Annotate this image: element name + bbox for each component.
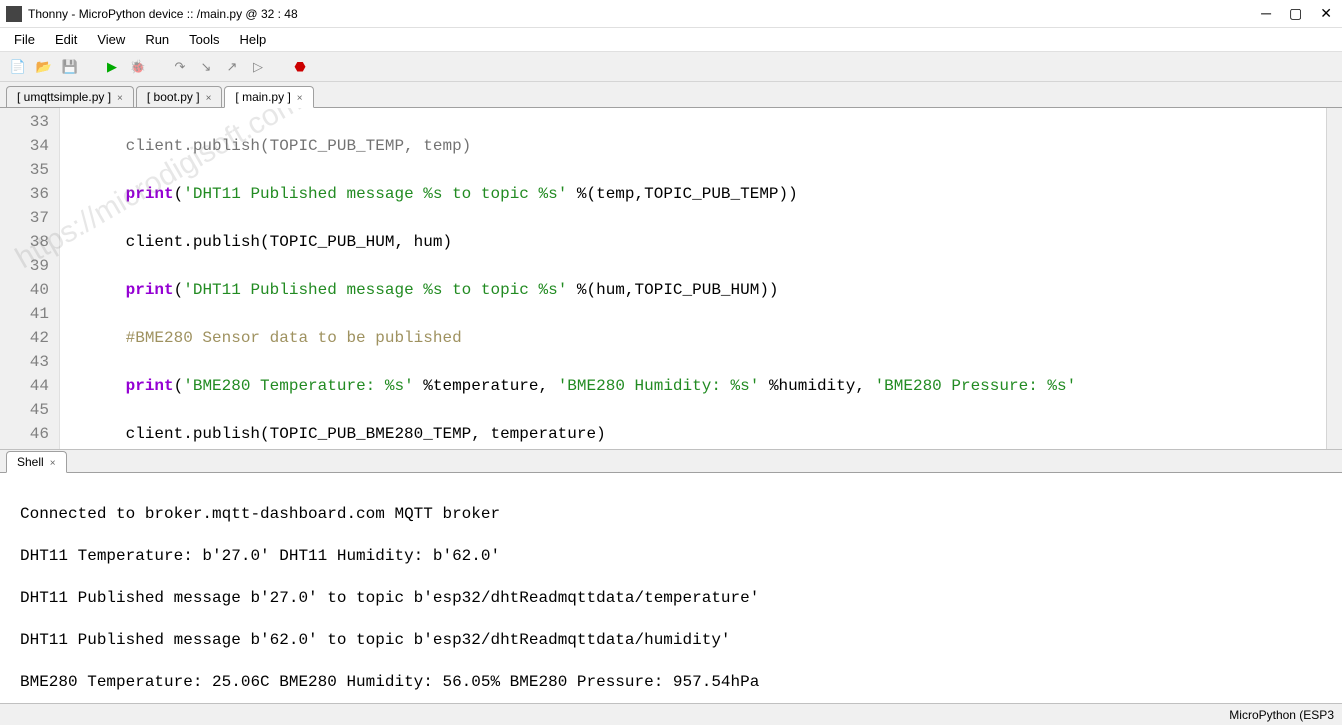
- code-line: print('DHT11 Published message %s to top…: [68, 182, 1342, 206]
- line-number: 36: [0, 182, 49, 206]
- tab-main[interactable]: [ main.py ] ×: [224, 86, 313, 108]
- shell-line: BME280 Temperature: 25.06C BME280 Humidi…: [20, 672, 1322, 693]
- code-line: client.publish(TOPIC_PUB_TEMP, temp): [68, 134, 1342, 158]
- shell-line: DHT11 Published message b'62.0' to topic…: [20, 630, 1322, 651]
- tab-umqttsimple[interactable]: [ umqttsimple.py ] ×: [6, 86, 134, 107]
- line-number: 37: [0, 206, 49, 230]
- stop-icon[interactable]: ⬣: [290, 57, 310, 77]
- line-number: 46: [0, 422, 49, 446]
- line-number: 40: [0, 278, 49, 302]
- tab-label: [ boot.py ]: [147, 90, 200, 104]
- window-controls: ─ ▢ ✕: [1261, 5, 1336, 22]
- close-icon[interactable]: ×: [50, 458, 56, 469]
- line-number: 42: [0, 326, 49, 350]
- shell-tabbar: Shell ×: [0, 449, 1342, 473]
- shell-line: DHT11 Temperature: b'27.0' DHT11 Humidit…: [20, 546, 1322, 567]
- code-editor[interactable]: https://microdigisoft.com - 18:10 33 34 …: [0, 108, 1342, 449]
- code-line: #BME280 Sensor data to be published: [68, 326, 1342, 350]
- window-title: Thonny - MicroPython device :: /main.py …: [28, 7, 1261, 21]
- app-icon: [6, 6, 22, 22]
- step-out-icon[interactable]: ↗: [222, 57, 242, 77]
- code-line: print('DHT11 Published message %s to top…: [68, 278, 1342, 302]
- tab-boot[interactable]: [ boot.py ] ×: [136, 86, 223, 107]
- step-over-icon[interactable]: ↷: [170, 57, 190, 77]
- resume-icon[interactable]: ▷: [248, 57, 268, 77]
- title-bar: Thonny - MicroPython device :: /main.py …: [0, 0, 1342, 28]
- status-bar: MicroPython (ESP3: [0, 703, 1342, 725]
- shell-line: DHT11 Published message b'27.0' to topic…: [20, 588, 1322, 609]
- shell-panel[interactable]: Connected to broker.mqtt-dashboard.com M…: [0, 473, 1342, 703]
- tab-label: Shell: [17, 455, 44, 469]
- code-line: client.publish(TOPIC_PUB_HUM, hum): [68, 230, 1342, 254]
- menu-view[interactable]: View: [89, 30, 133, 49]
- code-line: client.publish(TOPIC_PUB_BME280_TEMP, te…: [68, 422, 1342, 446]
- tab-shell[interactable]: Shell ×: [6, 451, 67, 473]
- menu-file[interactable]: File: [6, 30, 43, 49]
- save-file-icon[interactable]: 💾: [60, 57, 80, 77]
- open-file-icon[interactable]: 📂: [34, 57, 54, 77]
- editor-scrollbar[interactable]: [1326, 108, 1342, 449]
- line-number: 43: [0, 350, 49, 374]
- menu-bar: File Edit View Run Tools Help: [0, 28, 1342, 52]
- shell-line: Connected to broker.mqtt-dashboard.com M…: [20, 504, 1322, 525]
- close-button[interactable]: ✕: [1320, 5, 1332, 22]
- maximize-button[interactable]: ▢: [1289, 5, 1302, 22]
- line-number: 39: [0, 254, 49, 278]
- menu-edit[interactable]: Edit: [47, 30, 85, 49]
- line-number: 45: [0, 398, 49, 422]
- backend-indicator[interactable]: MicroPython (ESP3: [1229, 708, 1334, 722]
- close-icon[interactable]: ×: [117, 93, 123, 104]
- run-icon[interactable]: ▶: [102, 57, 122, 77]
- menu-run[interactable]: Run: [137, 30, 177, 49]
- menu-tools[interactable]: Tools: [181, 30, 227, 49]
- tab-label: [ umqttsimple.py ]: [17, 90, 111, 104]
- close-icon[interactable]: ×: [206, 93, 212, 104]
- debug-icon[interactable]: 🐞: [128, 57, 148, 77]
- minimize-button[interactable]: ─: [1261, 5, 1271, 22]
- tab-label: [ main.py ]: [235, 90, 290, 104]
- code-area[interactable]: client.publish(TOPIC_PUB_TEMP, temp) pri…: [60, 108, 1342, 449]
- menu-help[interactable]: Help: [232, 30, 275, 49]
- line-number: 33: [0, 110, 49, 134]
- line-number: 41: [0, 302, 49, 326]
- editor-tabbar: [ umqttsimple.py ] × [ boot.py ] × [ main.…: [0, 82, 1342, 108]
- code-line: print('BME280 Temperature: %s' %temperat…: [68, 374, 1342, 398]
- line-gutter: 33 34 35 36 37 38 39 40 41 42 43 44 45 4…: [0, 108, 60, 449]
- line-number: 35: [0, 158, 49, 182]
- line-number: 34: [0, 134, 49, 158]
- close-icon[interactable]: ×: [297, 93, 303, 104]
- line-number: 38: [0, 230, 49, 254]
- step-into-icon[interactable]: ↘: [196, 57, 216, 77]
- toolbar: 📄 📂 💾 ▶ 🐞 ↷ ↘ ↗ ▷ ⬣: [0, 52, 1342, 82]
- line-number: 44: [0, 374, 49, 398]
- new-file-icon[interactable]: 📄: [8, 57, 28, 77]
